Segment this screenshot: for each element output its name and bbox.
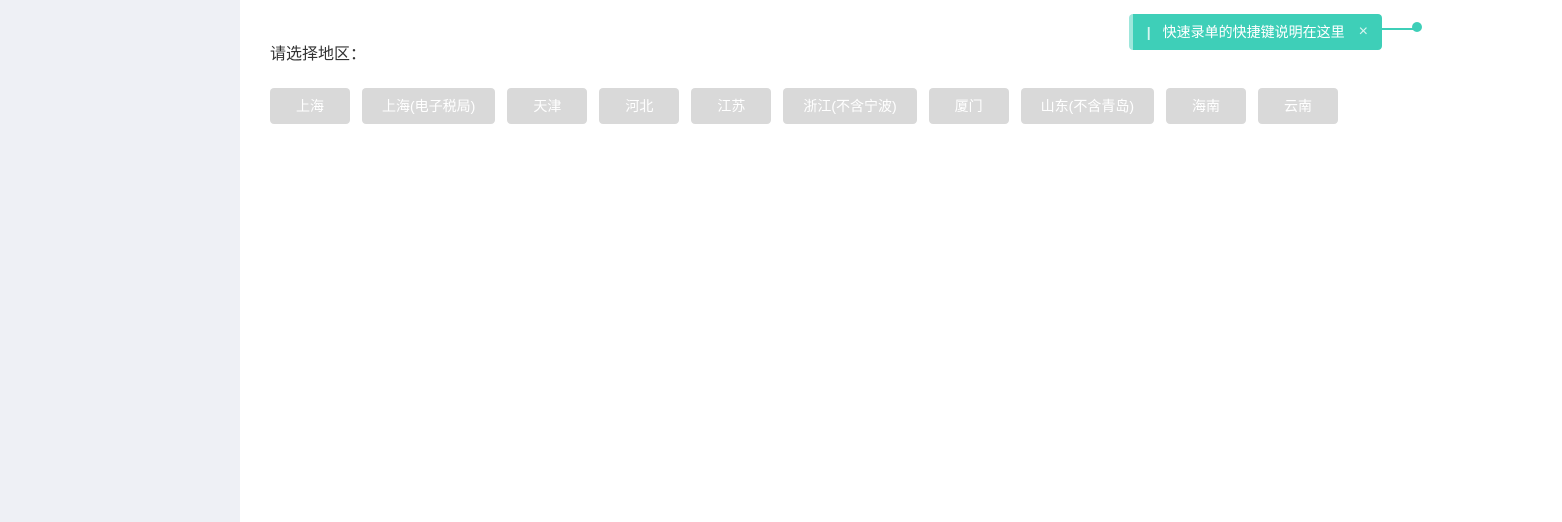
region-button-shandong[interactable]: 山东(不含青岛) (1021, 88, 1154, 124)
region-buttons: 上海上海(电子税局) 天津河北江苏浙江(不含宁波) 厦门山东(不含青岛) 海南云南 (270, 88, 1532, 124)
region-button-zhejiang[interactable]: 浙江(不含宁波) (783, 88, 916, 124)
region-button-tianjin[interactable]: 天津 (507, 88, 587, 124)
dot-indicator (1412, 22, 1422, 32)
tooltip-close-button[interactable]: × (1359, 24, 1368, 40)
region-button-shanghai[interactable]: 上海 (270, 88, 350, 124)
region-button-hainan[interactable]: 海南 (1166, 88, 1246, 124)
main-content: 请选择地区： 上海上海(电子税局)天津河北江苏浙江(不含宁波)厦门山东(不含青岛… (240, 0, 1562, 522)
region-button-shanghai-etax[interactable]: 上海(电子税局) (362, 88, 495, 124)
tooltip-banner: 快速录单的快捷键说明在这里 × (1129, 14, 1382, 50)
sidebar (0, 0, 240, 522)
region-button-hebei[interactable]: 河北 (599, 88, 679, 124)
region-button-yunnan[interactable]: 云南 (1258, 88, 1338, 124)
region-button-jiangsu[interactable]: 江苏 (691, 88, 771, 124)
region-button-xiamen[interactable]: 厦门 (929, 88, 1009, 124)
tooltip-text: 快速录单的快捷键说明在这里 (1163, 22, 1345, 42)
